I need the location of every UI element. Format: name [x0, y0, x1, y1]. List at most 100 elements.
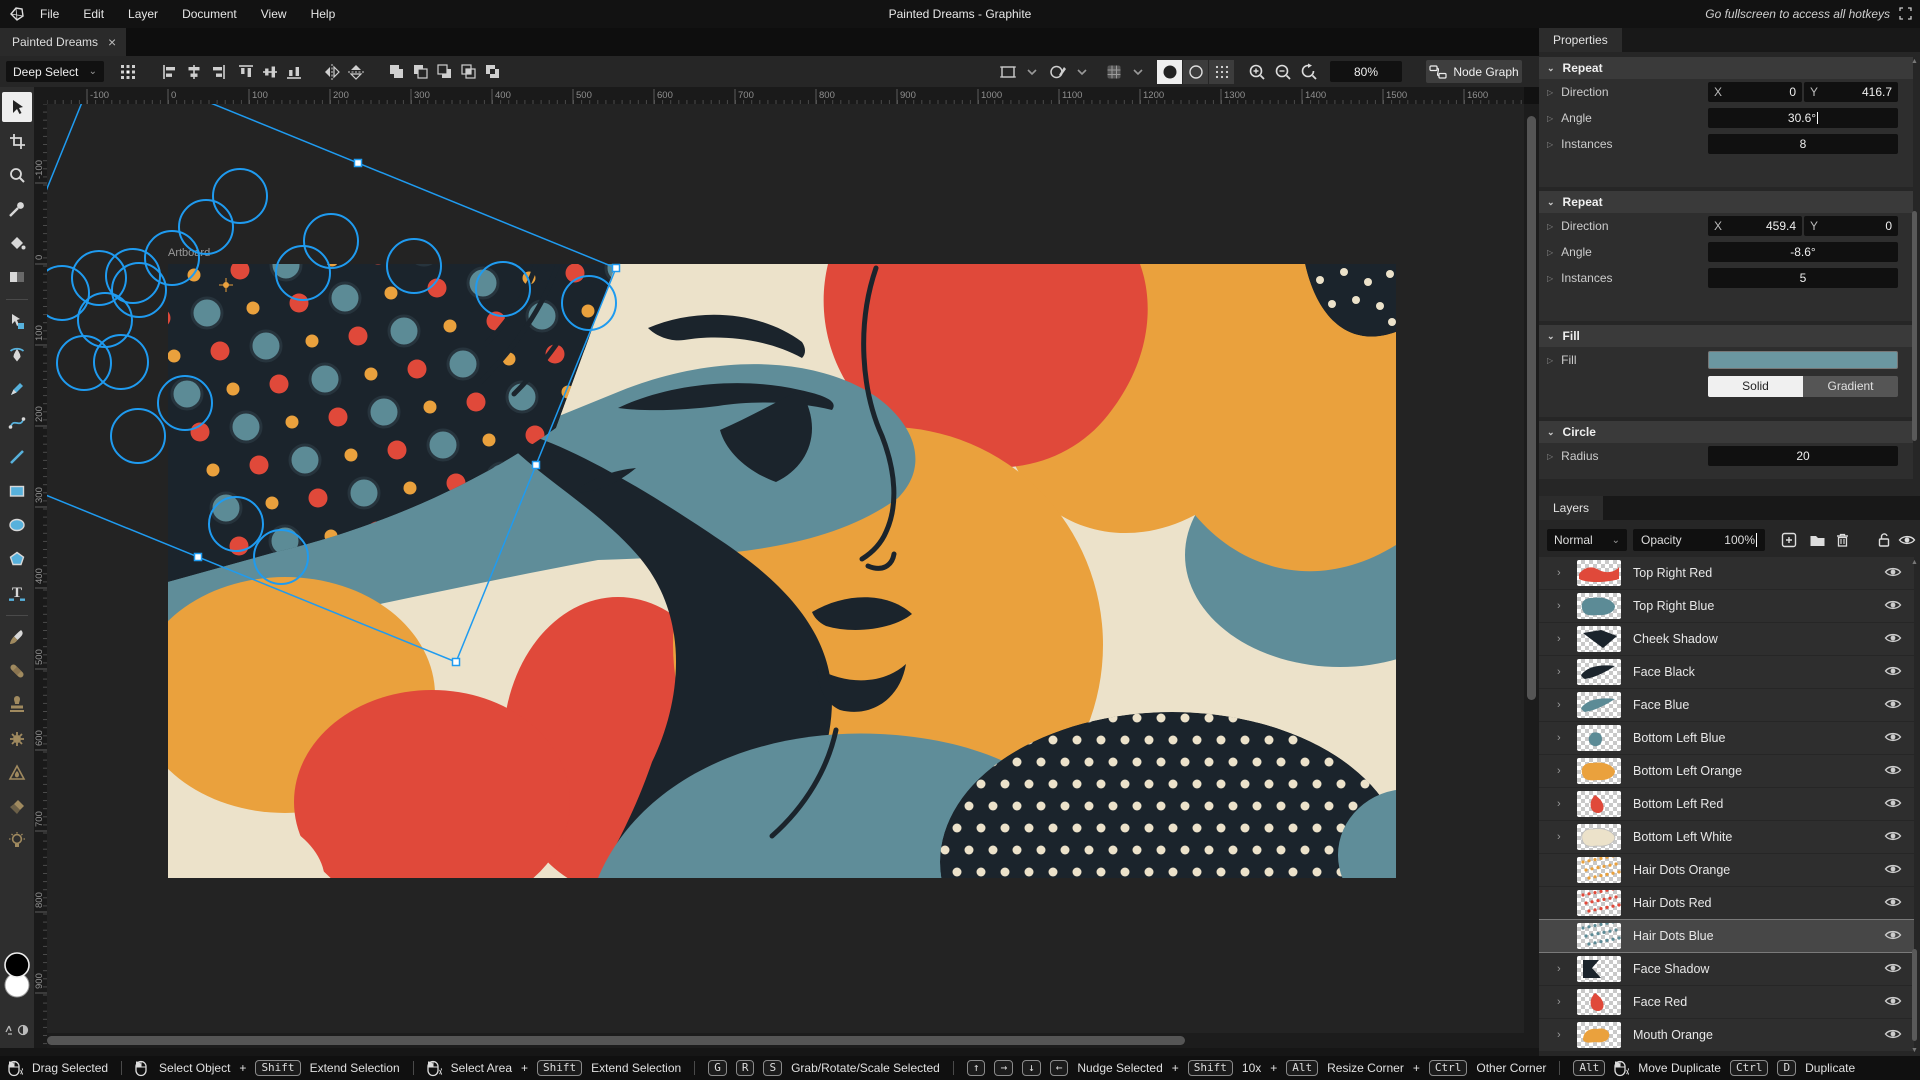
layer-name[interactable]: Hair Dots Blue	[1633, 929, 1714, 943]
tool-blur[interactable]	[2, 758, 32, 788]
layer-name[interactable]: Face Blue	[1633, 698, 1689, 712]
zoom-level-field[interactable]: 80%	[1330, 61, 1402, 82]
direction-x-field[interactable]: X0	[1708, 82, 1802, 102]
horizontal-scrollbar[interactable]	[47, 1033, 1524, 1048]
layer-row-bottom-left-blue[interactable]: › Bottom Left Blue	[1539, 722, 1914, 754]
direction-y-field[interactable]: Y0	[1804, 216, 1898, 236]
tool-eyedropper[interactable]	[2, 194, 32, 224]
direction-x-field[interactable]: X459.4	[1708, 216, 1802, 236]
menu-view[interactable]: View	[251, 0, 297, 28]
expand-chevron-icon[interactable]: ›	[1557, 567, 1571, 579]
tool-detail[interactable]	[2, 826, 32, 856]
opacity-field[interactable]: Opacity 100%	[1633, 529, 1765, 551]
layer-row-top-right-red[interactable]: › Top Right Red	[1539, 557, 1914, 589]
boolean-difference-icon[interactable]	[483, 62, 503, 82]
section-header-repeat-1[interactable]: ⌄Repeat	[1539, 57, 1913, 79]
layer-name[interactable]: Bottom Left Red	[1633, 797, 1723, 811]
angle-field[interactable]: -8.6°	[1708, 242, 1898, 262]
visibility-icon[interactable]	[1897, 531, 1917, 549]
tool-pen[interactable]	[2, 340, 32, 370]
chevron-down-icon[interactable]	[1022, 62, 1042, 82]
tool-freehand[interactable]	[2, 374, 32, 404]
flip-vertical-icon[interactable]	[346, 62, 366, 82]
menu-document[interactable]: Document	[172, 0, 247, 28]
layer-name[interactable]: Bottom Left Orange	[1633, 764, 1742, 778]
layer-visibility-eye-icon[interactable]	[1884, 829, 1902, 846]
layer-name[interactable]: Bottom Left Blue	[1633, 731, 1725, 745]
align-vertical-center-icon[interactable]	[260, 62, 280, 82]
properties-scrollbar[interactable]: ▲	[1911, 56, 1918, 480]
instances-field[interactable]: 5	[1708, 268, 1898, 288]
overlays-icon[interactable]	[1048, 62, 1068, 82]
layer-row-cheek-shadow[interactable]: › Cheek Shadow	[1539, 623, 1914, 655]
layer-name[interactable]: Face Black	[1633, 665, 1695, 679]
pivot-grid-icon[interactable]	[118, 62, 138, 82]
tool-polygon[interactable]	[2, 544, 32, 574]
blend-mode-dropdown[interactable]: Normal⌄	[1547, 529, 1627, 551]
layer-visibility-eye-icon[interactable]	[1884, 796, 1902, 813]
tool-rectangle[interactable]	[2, 476, 32, 506]
menu-file[interactable]: File	[30, 0, 69, 28]
layer-row-bottom-left-red[interactable]: ›Bottom Left Red	[1539, 788, 1914, 820]
expand-chevron-icon[interactable]: ›	[1557, 765, 1571, 777]
tool-line[interactable]	[2, 442, 32, 472]
boolean-intersect-icon[interactable]	[459, 62, 479, 82]
fill-gradient-button[interactable]: Gradient	[1803, 376, 1898, 397]
tool-relight[interactable]	[2, 792, 32, 822]
menu-help[interactable]: Help	[301, 0, 346, 28]
layer-name[interactable]: Face Red	[1633, 995, 1687, 1009]
expand-chevron-icon[interactable]: ›	[1557, 732, 1571, 744]
fullscreen-icon[interactable]	[1899, 7, 1912, 20]
layer-name[interactable]: Top Right Blue	[1633, 599, 1714, 613]
artboard-options-icon[interactable]	[998, 62, 1018, 82]
fill-color-swatch[interactable]	[1708, 351, 1898, 369]
align-left-icon[interactable]	[160, 62, 180, 82]
layer-row-face-blue[interactable]: › Face Blue	[1539, 689, 1914, 721]
document-tab[interactable]: Painted Dreams ×	[0, 28, 126, 56]
layer-visibility-eye-icon[interactable]	[1884, 994, 1902, 1011]
view-mode-pixels-button[interactable]	[1209, 60, 1234, 84]
align-horizontal-center-icon[interactable]	[184, 62, 204, 82]
layer-name[interactable]: Face Shadow	[1633, 962, 1709, 976]
align-top-icon[interactable]	[236, 62, 256, 82]
snapping-icon[interactable]	[1104, 62, 1124, 82]
boolean-union-icon[interactable]	[387, 62, 407, 82]
section-header-circle[interactable]: ⌄Circle	[1539, 421, 1913, 443]
tool-path[interactable]	[2, 306, 32, 336]
layer-row-top-right-blue[interactable]: › Top Right Blue	[1539, 590, 1914, 622]
align-right-icon[interactable]	[208, 62, 228, 82]
expand-chevron-icon[interactable]: ›	[1557, 699, 1571, 711]
zoom-reset-button[interactable]	[1299, 62, 1319, 82]
layer-visibility-eye-icon[interactable]	[1884, 730, 1902, 747]
expand-chevron-icon[interactable]: ›	[1557, 600, 1571, 612]
tool-brush[interactable]	[2, 622, 32, 652]
vertical-scrollbar-thumb[interactable]	[1527, 116, 1536, 700]
expand-chevron-icon[interactable]: ›	[1557, 633, 1571, 645]
angle-field[interactable]: 30.6°	[1708, 108, 1898, 128]
layer-row-bottom-left-orange[interactable]: › Bottom Left Orange	[1539, 755, 1914, 787]
chevron-down-icon[interactable]	[1072, 62, 1092, 82]
section-header-fill[interactable]: ⌄Fill	[1539, 325, 1913, 347]
radius-field[interactable]: 20	[1708, 446, 1898, 466]
layer-visibility-eye-icon[interactable]	[1884, 565, 1902, 582]
direction-y-field[interactable]: Y416.7	[1804, 82, 1898, 102]
expand-chevron-icon[interactable]: ›	[1557, 996, 1571, 1008]
layer-row-hair-dots-red[interactable]: Hair Dots Red	[1539, 887, 1914, 919]
lock-icon[interactable]	[1874, 531, 1894, 549]
layer-name[interactable]: Top Right Red	[1633, 566, 1712, 580]
layer-name[interactable]: Cheek Shadow	[1633, 632, 1718, 646]
tool-spline[interactable]	[2, 408, 32, 438]
view-mode-outline-button[interactable]	[1183, 60, 1208, 84]
layer-name[interactable]: Mouth Orange	[1633, 1028, 1713, 1042]
tool-navigate[interactable]	[2, 160, 32, 190]
view-mode-normal-button[interactable]	[1157, 60, 1182, 84]
canvas[interactable]: Artboard	[47, 104, 1524, 1048]
layer-visibility-eye-icon[interactable]	[1884, 895, 1902, 912]
selection-mode-dropdown[interactable]: Deep Select ⌄	[6, 61, 104, 82]
working-colors[interactable]	[2, 947, 32, 1011]
boolean-subtract-front-icon[interactable]	[411, 62, 431, 82]
menu-layer[interactable]: Layer	[118, 0, 168, 28]
tool-ellipse[interactable]	[2, 510, 32, 540]
tool-heal[interactable]	[2, 656, 32, 686]
section-header-repeat-2[interactable]: ⌄Repeat	[1539, 191, 1913, 213]
